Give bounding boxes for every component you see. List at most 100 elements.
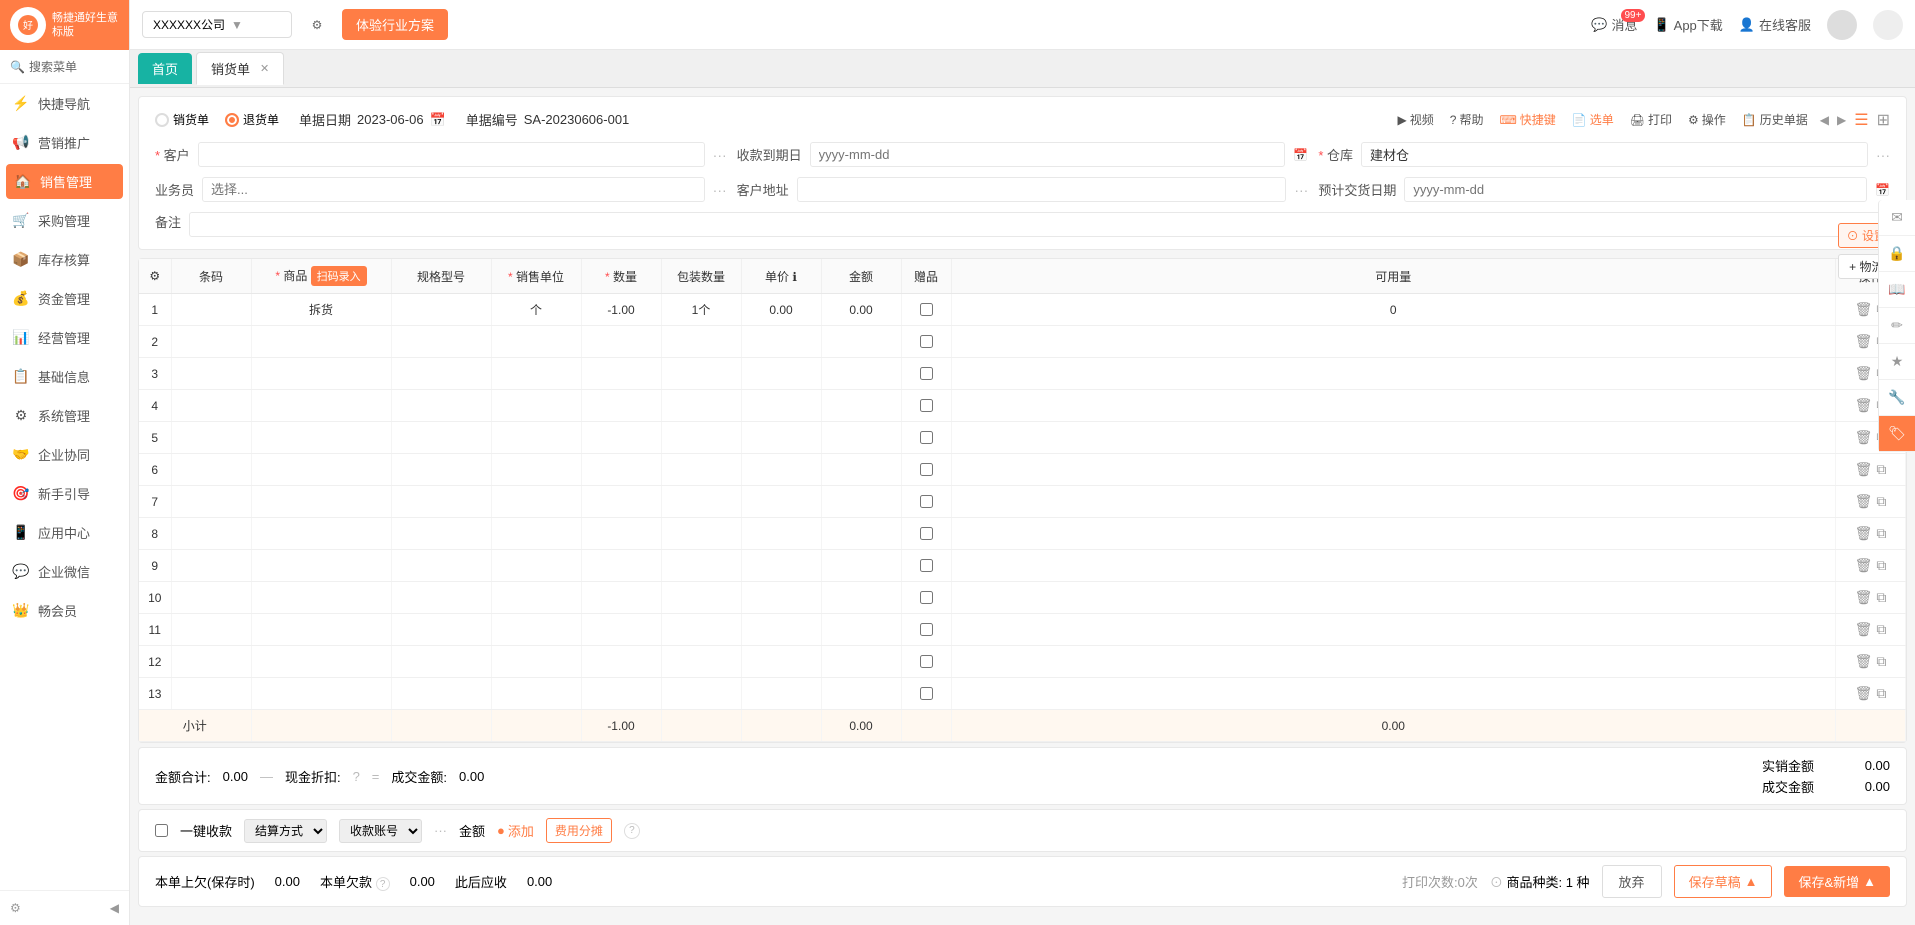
print-btn[interactable]: 🖨 打印 [1626, 109, 1676, 130]
row-gift-3[interactable] [901, 358, 951, 390]
view-list-icon[interactable]: ☰ [1854, 110, 1868, 130]
row-amount-2[interactable] [821, 326, 901, 358]
row-spec-2[interactable] [391, 326, 491, 358]
row-delete-7[interactable]: 🗑 [1855, 493, 1873, 510]
message-button[interactable]: 💬 消息 99+ [1591, 15, 1637, 34]
row-copy-12[interactable]: ⧉ [1876, 653, 1886, 670]
row-product-2[interactable] [251, 326, 391, 358]
row-amount-13[interactable] [821, 678, 901, 710]
right-tool-star[interactable]: ★ [1879, 344, 1915, 380]
row-price-5[interactable] [741, 422, 821, 454]
row-qty-6[interactable] [581, 454, 661, 486]
row-product-5[interactable] [251, 422, 391, 454]
row-pack-qty-3[interactable] [661, 358, 741, 390]
debit-help-icon[interactable]: ? [376, 877, 390, 891]
salesperson-more-btn[interactable]: ··· [713, 182, 727, 198]
tab-close-icon[interactable]: ✕ [260, 62, 269, 75]
sidebar-item-base-info[interactable]: 📋 基础信息 [0, 357, 129, 396]
radio-sales[interactable]: 销货单 [155, 111, 209, 128]
row-gift-6[interactable] [901, 454, 951, 486]
row-qty-13[interactable] [581, 678, 661, 710]
row-barcode-9[interactable] [171, 550, 251, 582]
col-settings[interactable]: ⚙ [139, 259, 171, 294]
row-unit-13[interactable] [491, 678, 581, 710]
row-gift-5[interactable] [901, 422, 951, 454]
row-unit-8[interactable] [491, 518, 581, 550]
sidebar-item-wechat[interactable]: 💬 企业微信 [0, 552, 129, 591]
sidebar-item-guide[interactable]: 🎯 新手引导 [0, 474, 129, 513]
row-pack-qty-6[interactable] [661, 454, 741, 486]
settings-bottom-icon[interactable]: ⚙ [10, 901, 21, 915]
row-qty-10[interactable] [581, 582, 661, 614]
row-copy-13[interactable]: ⧉ [1876, 685, 1886, 702]
row-product-1[interactable]: 拆货 [251, 294, 391, 326]
sidebar-item-member[interactable]: 👑 畅会员 [0, 591, 129, 630]
row-spec-3[interactable] [391, 358, 491, 390]
row-unit-12[interactable] [491, 646, 581, 678]
row-product-8[interactable] [251, 518, 391, 550]
row-price-13[interactable] [741, 678, 821, 710]
tab-home[interactable]: 首页 [138, 53, 192, 84]
row-product-10[interactable] [251, 582, 391, 614]
row-delete-1[interactable]: 🗑 [1855, 301, 1873, 318]
view-grid-icon[interactable]: ⊞ [1877, 110, 1890, 130]
row-qty-5[interactable] [581, 422, 661, 454]
row-delete-5[interactable]: 🗑 [1855, 429, 1873, 446]
right-tool-tag[interactable]: 🏷 [1879, 416, 1915, 452]
row-unit-10[interactable] [491, 582, 581, 614]
row-barcode-7[interactable] [171, 486, 251, 518]
help-circle-icon[interactable]: ? [353, 769, 360, 784]
tab-sales-order[interactable]: 销货单 ✕ [196, 52, 284, 85]
expense-split-btn[interactable]: 费用分摊 [546, 818, 612, 843]
row-barcode-11[interactable] [171, 614, 251, 646]
row-unit-11[interactable] [491, 614, 581, 646]
row-barcode-12[interactable] [171, 646, 251, 678]
row-amount-12[interactable] [821, 646, 901, 678]
row-gift-10[interactable] [901, 582, 951, 614]
row-amount-5[interactable] [821, 422, 901, 454]
trial-button[interactable]: 体验行业方案 [342, 9, 448, 40]
user-avatar[interactable] [1827, 10, 1857, 40]
warehouse-input[interactable] [1361, 142, 1868, 167]
sidebar-item-purchase[interactable]: 🛒 采购管理 [0, 201, 129, 240]
row-amount-6[interactable] [821, 454, 901, 486]
sidebar-item-inventory[interactable]: 📦 库存核算 [0, 240, 129, 279]
row-gift-13[interactable] [901, 678, 951, 710]
sidebar-item-sales[interactable]: 🏠 销售管理 [6, 164, 123, 199]
row-spec-12[interactable] [391, 646, 491, 678]
row-unit-6[interactable] [491, 454, 581, 486]
row-pack-qty-1[interactable]: 1个 [661, 294, 741, 326]
row-copy-9[interactable]: ⧉ [1876, 557, 1886, 574]
row-delete-9[interactable]: 🗑 [1855, 557, 1873, 574]
row-gift-8[interactable] [901, 518, 951, 550]
row-pack-qty-11[interactable] [661, 614, 741, 646]
row-spec-10[interactable] [391, 582, 491, 614]
row-copy-7[interactable]: ⧉ [1876, 493, 1886, 510]
settlement-select[interactable]: 结算方式 [244, 819, 327, 843]
save-draft-button[interactable]: 保存草稿 ▲ [1674, 865, 1773, 898]
row-amount-3[interactable] [821, 358, 901, 390]
row-delete-11[interactable]: 🗑 [1855, 621, 1873, 638]
row-price-2[interactable] [741, 326, 821, 358]
row-product-13[interactable] [251, 678, 391, 710]
row-product-3[interactable] [251, 358, 391, 390]
company-selector[interactable]: XXXXXX公司 ▼ [142, 11, 292, 38]
row-barcode-13[interactable] [171, 678, 251, 710]
sidebar-item-enterprise[interactable]: 🤝 企业协同 [0, 435, 129, 474]
row-spec-8[interactable] [391, 518, 491, 550]
one-click-payment-checkbox[interactable] [155, 824, 168, 837]
row-amount-8[interactable] [821, 518, 901, 550]
row-delete-8[interactable]: 🗑 [1855, 525, 1873, 542]
row-delete-2[interactable]: 🗑 [1855, 333, 1873, 350]
row-barcode-6[interactable] [171, 454, 251, 486]
customer-more-btn[interactable]: ··· [713, 147, 727, 163]
row-barcode-5[interactable] [171, 422, 251, 454]
row-copy-10[interactable]: ⧉ [1876, 589, 1886, 606]
sidebar-item-marketing[interactable]: 📢 营销推广 [0, 123, 129, 162]
row-price-11[interactable] [741, 614, 821, 646]
right-tool-mail[interactable]: ✉ [1879, 200, 1915, 236]
row-amount-4[interactable] [821, 390, 901, 422]
receipt-calendar-icon[interactable]: 📅 [1293, 148, 1308, 162]
row-price-10[interactable] [741, 582, 821, 614]
row-copy-6[interactable]: ⧉ [1876, 461, 1886, 478]
